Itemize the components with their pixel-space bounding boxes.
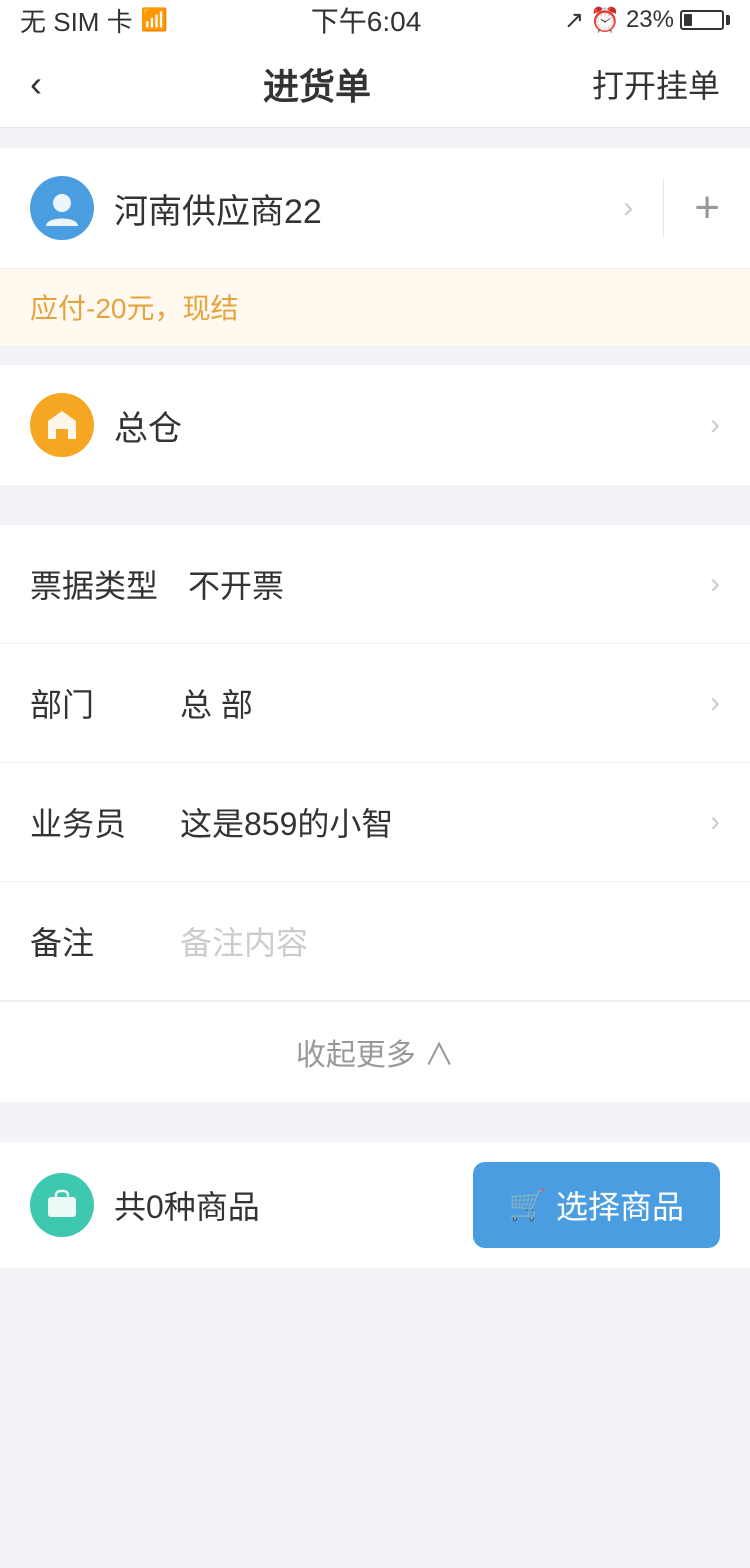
invoice-arrow-icon: ›	[710, 567, 720, 601]
warehouse-icon	[30, 393, 94, 457]
remark-label: 备注	[30, 918, 150, 964]
invoice-row[interactable]: 票据类型 不开票 ›	[0, 525, 750, 644]
remark-row[interactable]: 备注 备注内容	[0, 882, 750, 1001]
section-gap-4	[0, 1102, 750, 1122]
salesman-arrow-icon: ›	[710, 805, 720, 839]
department-arrow-icon: ›	[710, 686, 720, 720]
status-bar: 无 SIM 卡 📶 下午6:04 ↗ ⏰ 23%	[0, 0, 750, 40]
notice-banner: 应付-20元，现结	[0, 269, 750, 345]
collapse-button[interactable]: 收起更多 ∧	[0, 1001, 750, 1102]
select-product-label: 选择商品	[556, 1182, 684, 1228]
open-pending-button[interactable]: 打开挂单	[592, 61, 720, 107]
department-row[interactable]: 部门 总 部 ›	[0, 644, 750, 763]
gray-fill-area	[0, 1268, 750, 1568]
add-supplier-button[interactable]: +	[694, 183, 720, 233]
battery-percentage: 23%	[626, 6, 674, 34]
warehouse-arrow-icon: ›	[710, 408, 720, 442]
supplier-row[interactable]: 河南供应商22 › +	[0, 148, 750, 269]
department-value: 总 部	[150, 680, 710, 726]
warehouse-name: 总仓	[114, 401, 710, 450]
salesman-label: 业务员	[30, 799, 150, 845]
form-section: 票据类型 不开票 › 部门 总 部 › 业务员 这是859的小智 › 备注 备注…	[0, 505, 750, 1102]
section-gap-3	[0, 505, 750, 525]
wifi-icon: 📶	[141, 7, 168, 33]
product-icon	[30, 1173, 94, 1237]
vertical-divider	[663, 178, 664, 238]
section-gap-1	[0, 128, 750, 148]
form-card: 票据类型 不开票 › 部门 总 部 › 业务员 这是859的小智 › 备注 备注…	[0, 525, 750, 1102]
supplier-avatar	[30, 176, 94, 240]
invoice-label: 票据类型	[30, 561, 158, 607]
supplier-arrow-icon: ›	[623, 191, 633, 225]
salesman-row[interactable]: 业务员 这是859的小智 ›	[0, 763, 750, 882]
nav-bar: ‹ 进货单 打开挂单	[0, 40, 750, 128]
carrier-text: 无 SIM 卡	[20, 2, 133, 39]
product-count-text: 共0种商品	[114, 1182, 473, 1228]
department-label: 部门	[30, 680, 150, 726]
remark-input[interactable]: 备注内容	[150, 918, 720, 964]
collapse-label: 收起更多 ∧	[296, 1039, 454, 1072]
select-product-button[interactable]: 🛒 选择商品	[473, 1162, 720, 1248]
location-icon: ↗	[564, 6, 584, 35]
status-right: ↗ ⏰ 23%	[564, 6, 730, 35]
supplier-card: 河南供应商22 › + 应付-20元，现结	[0, 148, 750, 345]
status-time: 下午6:04	[311, 0, 422, 40]
battery-icon	[680, 10, 730, 30]
alarm-icon: ⏰	[590, 6, 620, 35]
supplier-name: 河南供应商22	[114, 184, 623, 233]
status-left: 无 SIM 卡 📶	[20, 2, 168, 39]
cart-icon: 🛒	[509, 1188, 546, 1223]
warehouse-row[interactable]: 总仓 ›	[0, 365, 750, 485]
invoice-value: 不开票	[158, 561, 710, 607]
bottom-bar: 共0种商品 🛒 选择商品	[0, 1142, 750, 1268]
salesman-value: 这是859的小智	[150, 799, 710, 845]
notice-text: 应付-20元，现结	[30, 293, 238, 324]
back-button[interactable]: ‹	[30, 63, 42, 105]
section-gap-2	[0, 345, 750, 365]
page-title: 进货单	[263, 58, 371, 110]
warehouse-card[interactable]: 总仓 ›	[0, 365, 750, 485]
